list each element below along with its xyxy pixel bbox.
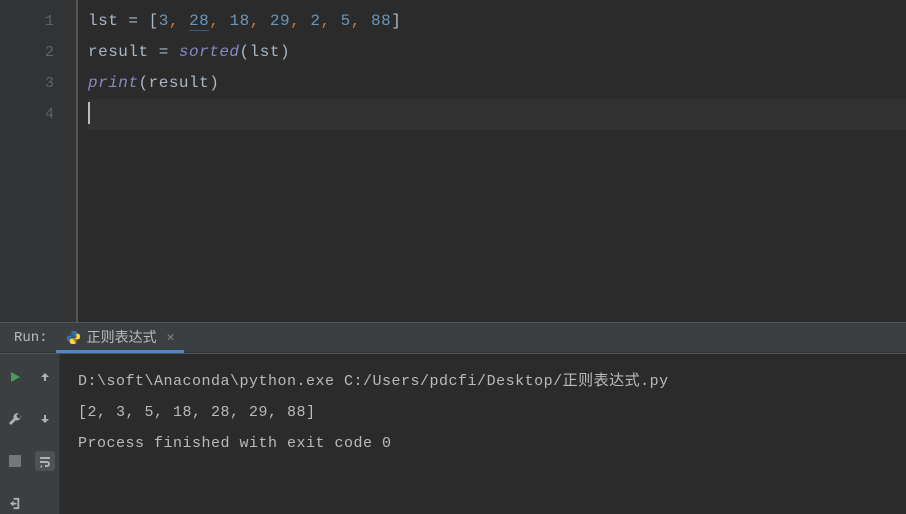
run-tool-body: D:\soft\Anaconda\python.exe C:/Users/pdc… — [0, 353, 906, 514]
paren-open: ( — [240, 43, 250, 61]
rerun-button[interactable] — [4, 366, 26, 388]
number: 28 — [189, 12, 209, 31]
editor-pane: 1 2 3 4 lst = [3, 28, 18, 29, 2, 5, 88] … — [0, 0, 906, 322]
number: 88 — [371, 12, 391, 30]
comma: , — [209, 12, 219, 30]
run-tab-title: 正则表达式 — [87, 327, 157, 347]
space — [179, 12, 189, 30]
builtin-call: sorted — [179, 43, 240, 61]
caret — [88, 102, 90, 124]
line-number: 3 — [0, 68, 54, 99]
console-output[interactable]: D:\soft\Anaconda\python.exe C:/Users/pdc… — [60, 354, 906, 514]
console-line: Process finished with exit code 0 — [78, 428, 906, 459]
line-number: 1 — [0, 6, 54, 37]
line-number-gutter: 1 2 3 4 — [0, 0, 78, 322]
python-file-icon — [66, 330, 81, 345]
number: 29 — [270, 12, 290, 30]
paren-close: ) — [280, 43, 290, 61]
operator: = — [118, 12, 148, 30]
soft-wrap-button[interactable] — [34, 450, 56, 472]
number: 2 — [310, 12, 320, 30]
stop-button[interactable] — [4, 450, 26, 472]
exit-icon[interactable] — [4, 492, 26, 514]
variable: lst — [88, 12, 118, 30]
comma: , — [351, 12, 361, 30]
code-editor[interactable]: lst = [3, 28, 18, 29, 2, 5, 88] result =… — [78, 0, 906, 322]
run-tool-header: Run: 正则表达式 ✕ — [0, 322, 906, 353]
code-line[interactable]: lst = [3, 28, 18, 29, 2, 5, 88] — [88, 6, 906, 37]
identifier: lst — [250, 43, 280, 61]
number: 5 — [341, 12, 351, 30]
up-arrow-icon[interactable] — [34, 366, 56, 388]
line-number: 4 — [0, 99, 54, 130]
line-number: 2 — [0, 37, 54, 68]
operator: = — [149, 43, 179, 61]
comma: , — [169, 12, 179, 30]
down-arrow-icon[interactable] — [34, 408, 56, 430]
identifier: result — [149, 74, 210, 92]
space — [219, 12, 229, 30]
bracket-close: ] — [391, 12, 401, 30]
code-line[interactable]: result = sorted(lst) — [88, 37, 906, 68]
comma: , — [290, 12, 300, 30]
run-tab[interactable]: 正则表达式 ✕ — [56, 324, 185, 353]
space — [260, 12, 270, 30]
wrench-icon[interactable] — [4, 408, 26, 430]
console-line: D:\soft\Anaconda\python.exe C:/Users/pdc… — [78, 366, 906, 397]
comma: , — [250, 12, 260, 30]
code-line[interactable]: print(result) — [88, 68, 906, 99]
run-tool-second-column — [30, 354, 60, 514]
variable: result — [88, 43, 149, 61]
builtin-call: print — [88, 74, 139, 92]
paren-close: ) — [209, 74, 219, 92]
bracket-open: [ — [149, 12, 159, 30]
space — [361, 12, 371, 30]
space — [300, 12, 310, 30]
number: 3 — [159, 12, 169, 30]
space — [331, 12, 341, 30]
close-icon[interactable]: ✕ — [167, 330, 175, 345]
number: 18 — [229, 12, 249, 30]
run-tool-left-column — [0, 354, 30, 514]
paren-open: ( — [139, 74, 149, 92]
code-line-current[interactable] — [88, 99, 906, 130]
comma: , — [320, 12, 330, 30]
console-line: [2, 3, 5, 18, 28, 29, 88] — [78, 397, 906, 428]
run-label: Run: — [0, 330, 56, 346]
